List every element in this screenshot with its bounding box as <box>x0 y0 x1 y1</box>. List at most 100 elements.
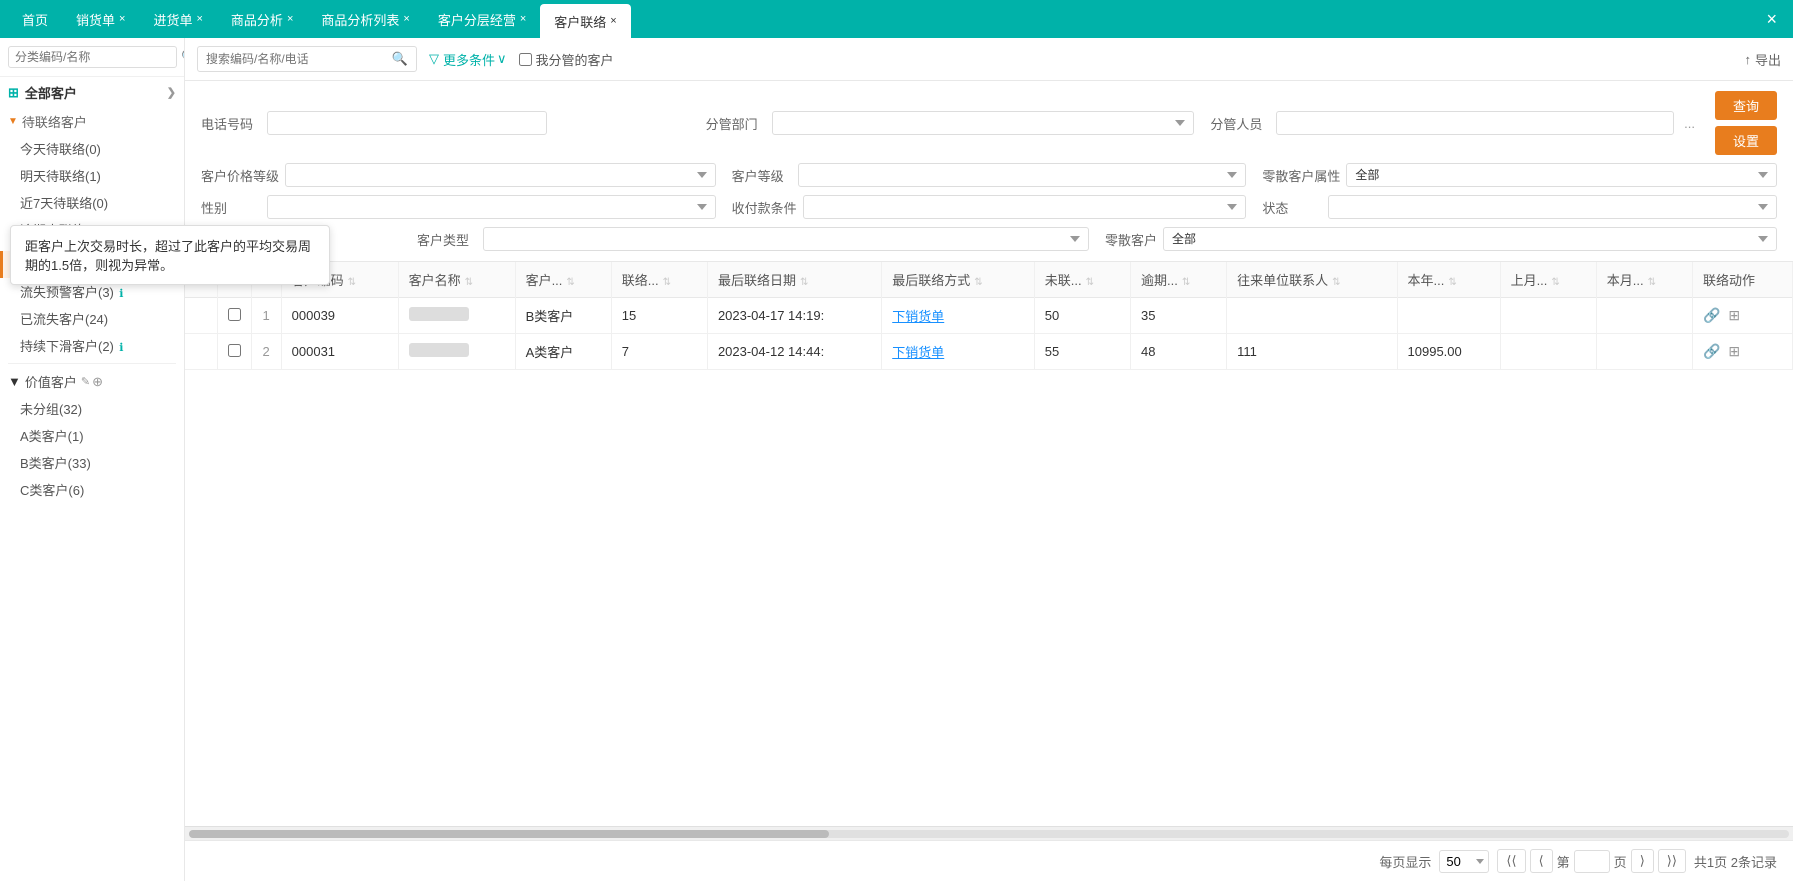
column-contact[interactable]: 联络...⇅ <box>611 262 707 298</box>
cell-customer-code: 000039 <box>281 298 398 334</box>
column-no-contact[interactable]: 未联...⇅ <box>1034 262 1130 298</box>
column-last-contact-method[interactable]: 最后联络方式⇅ <box>882 262 1035 298</box>
page-size-select[interactable]: 50 10 20 100 <box>1439 850 1489 873</box>
close-icon[interactable]: × <box>196 13 202 25</box>
close-icon[interactable]: × <box>403 13 409 25</box>
sidebar-item-a-class[interactable]: A类客户(1) <box>0 422 184 449</box>
last-page-button[interactable]: ⟩⟩ <box>1658 849 1686 873</box>
sidebar-item-7days-pending[interactable]: 近7天待联络(0) <box>0 189 184 216</box>
cell-last-contact-method[interactable]: 下销货单 <box>882 298 1035 334</box>
my-customers-filter[interactable]: 我分管的客户 <box>519 50 614 69</box>
gender-select[interactable] <box>267 195 716 219</box>
row-checkbox[interactable] <box>228 308 241 321</box>
scrollbar-track[interactable] <box>189 830 1789 838</box>
close-icon[interactable]: × <box>119 13 125 25</box>
filter-gender: 性别 <box>201 195 716 219</box>
nav-item-purchase[interactable]: 进货单 × <box>139 0 216 38</box>
link-icon[interactable]: 🔗 <box>1703 343 1720 360</box>
cell-checkbox[interactable] <box>217 298 251 334</box>
close-icon[interactable]: × <box>610 15 616 27</box>
close-icon[interactable]: × <box>287 13 293 25</box>
collapse-icon[interactable]: ❯ <box>167 86 176 99</box>
next-page-button[interactable]: ⟩ <box>1631 849 1654 873</box>
prev-page-button[interactable]: ⟨ <box>1530 849 1553 873</box>
main-layout: 🔍 ⊞ 全部客户 ❯ ▼ 待联络客户 今天待联络(0) 明天待联络(1) 近7天… <box>0 38 1793 881</box>
page-number-input[interactable]: 1 <box>1574 850 1610 873</box>
settings-button[interactable]: 设置 <box>1715 126 1777 155</box>
price-level-select[interactable] <box>285 163 716 187</box>
scrollbar-thumb[interactable] <box>189 830 829 838</box>
sidebar-item-b-class[interactable]: B类客户(33) <box>0 449 184 476</box>
cell-customer-type: B类客户 <box>515 298 611 334</box>
link-icon[interactable]: 🔗 <box>1703 307 1720 324</box>
filter-dept: 分管部门 <box>706 111 1195 135</box>
sidebar-item-continuous-drop[interactable]: 持续下滑客户(2) ℹ <box>0 332 184 359</box>
column-last-month[interactable]: 上月...⇅ <box>1500 262 1596 298</box>
cell-last-contact-date: 2023-04-12 14:44: <box>707 334 881 370</box>
person-input[interactable] <box>1276 111 1674 135</box>
sidebar-pending-group[interactable]: ▼ 待联络客户 <box>0 108 184 135</box>
query-button[interactable]: 查询 <box>1715 91 1777 120</box>
cell-customer-name <box>398 298 515 334</box>
cell-overdue: 35 <box>1130 298 1226 334</box>
close-icon[interactable]: × <box>520 13 526 25</box>
edit-icon[interactable]: ✎ <box>81 375 90 388</box>
add-icon[interactable]: ⊕ <box>92 374 103 390</box>
row-checkbox[interactable] <box>228 344 241 357</box>
column-last-contact-date[interactable]: 最后联络日期⇅ <box>707 262 881 298</box>
customer-level-select[interactable] <box>798 163 1247 187</box>
data-table: ⚙ # 客户编码⇅ 客户名称⇅ 客户...⇅ 联络...⇅ 最后联络日期⇅ 最后… <box>185 262 1793 370</box>
column-overdue[interactable]: 逾期...⇅ <box>1130 262 1226 298</box>
cell-last-month <box>1500 298 1596 334</box>
sidebar-item-today-pending[interactable]: 今天待联络(0) <box>0 135 184 162</box>
contact-method-link[interactable]: 下销货单 <box>892 345 944 360</box>
cell-checkbox[interactable] <box>217 334 251 370</box>
person-picker-icon[interactable]: ... <box>1680 116 1699 131</box>
phone-input[interactable] <box>267 111 547 135</box>
sidebar-item-c-class[interactable]: C类客户(6) <box>0 476 184 503</box>
search-input[interactable] <box>206 52 388 66</box>
grid-action-icon[interactable]: ⊞ <box>1728 343 1740 360</box>
sidebar-search-input[interactable] <box>8 46 177 68</box>
nav-item-sales[interactable]: 销货单 × <box>62 0 139 38</box>
dept-select[interactable] <box>772 111 1195 135</box>
my-customers-checkbox[interactable] <box>519 53 532 66</box>
first-page-button[interactable]: ⟨⟨ <box>1497 849 1525 873</box>
column-current-year[interactable]: 本年...⇅ <box>1397 262 1500 298</box>
cell-customer-name <box>398 334 515 370</box>
sidebar-all-customers[interactable]: ⊞ 全部客户 ❯ <box>0 77 184 108</box>
customer-type-select[interactable] <box>483 227 1089 251</box>
nav-item-product-list[interactable]: 商品分析列表 × <box>307 0 423 38</box>
sidebar-value-customers-group[interactable]: ▼ 价值客户 ✎ ⊕ <box>0 368 184 395</box>
retail-customer-select[interactable]: 全部 <box>1163 227 1777 251</box>
nav-item-customer-contact[interactable]: 客户联络 × <box>540 4 630 38</box>
cell-settings <box>185 298 217 334</box>
nav-item-home[interactable]: 首页 <box>8 0 62 38</box>
column-customer-name[interactable]: 客户名称⇅ <box>398 262 515 298</box>
cell-overdue: 48 <box>1130 334 1226 370</box>
sidebar-item-already-lost[interactable]: 已流失客户(24) <box>0 305 184 332</box>
filter-status: 状态 <box>1262 195 1777 219</box>
retail-attribute-select[interactable]: 全部 <box>1346 163 1777 187</box>
export-button[interactable]: ↑ 导出 <box>1744 50 1781 69</box>
sidebar-item-tomorrow-pending[interactable]: 明天待联络(1) <box>0 162 184 189</box>
status-select[interactable] <box>1328 195 1777 219</box>
cell-last-contact-date: 2023-04-17 14:19: <box>707 298 881 334</box>
column-customer-type[interactable]: 客户...⇅ <box>515 262 611 298</box>
cell-last-contact-method[interactable]: 下销货单 <box>882 334 1035 370</box>
filter-row-1: 电话号码 分管部门 分管人员 ... 查询 设置 <box>201 91 1777 155</box>
cell-settings <box>185 334 217 370</box>
window-close-button[interactable]: × <box>1758 9 1785 30</box>
payment-select[interactable] <box>803 195 1247 219</box>
tooltip: 距客户上次交易时长，超过了此客户的平均交易周期的1.5倍，则视为异常。 <box>10 225 330 285</box>
contact-method-link[interactable]: 下销货单 <box>892 309 944 324</box>
more-conditions-button[interactable]: ▽ 更多条件 ∨ <box>429 50 507 69</box>
sidebar-item-ungrouped[interactable]: 未分组(32) <box>0 395 184 422</box>
column-current-month[interactable]: 本月...⇅ <box>1596 262 1692 298</box>
horizontal-scrollbar[interactable] <box>185 826 1793 840</box>
search-icon[interactable]: 🔍 <box>392 51 408 67</box>
column-contact-person[interactable]: 往来单位联系人⇅ <box>1227 262 1397 298</box>
grid-action-icon[interactable]: ⊞ <box>1728 307 1740 324</box>
nav-item-product-analysis[interactable]: 商品分析 × <box>217 0 307 38</box>
nav-item-customer-segment[interactable]: 客户分层经营 × <box>424 0 540 38</box>
